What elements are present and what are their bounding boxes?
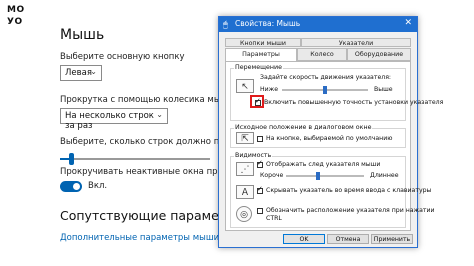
pointer-trails-checkbox[interactable] (257, 159, 263, 168)
pointer-options-panel: Перемещение ↖ Задайте скорость движения … (225, 61, 443, 231)
dialog-titlebar[interactable]: 🖱 Свойства: Мышь ✕ (219, 17, 417, 32)
ok-button[interactable]: OK (283, 234, 325, 244)
apply-button[interactable]: Применить (371, 234, 413, 244)
primary-button-value: Левая (65, 68, 92, 78)
tab-mouse-buttons[interactable]: Кнопки мыши (225, 38, 301, 47)
slider-thumb[interactable] (323, 86, 327, 94)
pointer-trails-slider[interactable] (286, 172, 364, 180)
dialog-title: Свойства: Мышь (235, 19, 301, 28)
lines-to-scroll-slider[interactable] (60, 153, 210, 165)
logo-top-text: МО (7, 5, 25, 15)
chevron-down-icon: ⌄ (156, 110, 163, 119)
pointer-speed-label: Задайте скорость движения указателя: (260, 74, 392, 81)
speed-slow-label: Ниже (260, 86, 279, 93)
primary-button-dropdown[interactable]: Левая ⌄ (60, 65, 102, 81)
slider-thumb[interactable] (316, 172, 320, 180)
page-title: Мышь (60, 27, 105, 43)
chevron-down-icon: ⌄ (90, 67, 97, 76)
slider-track (60, 158, 210, 160)
hide-pointer-icon: Ａ (236, 185, 254, 199)
hide-while-typing-checkbox[interactable] (257, 185, 263, 194)
tab-pointer-options[interactable]: Параметры указателя (225, 48, 297, 70)
scroll-label: Прокрутка с помощью колесика мыши (60, 95, 234, 105)
snap-to-default-label: На кнопке, выбираемой по умолчанию (266, 135, 393, 142)
show-location-icon: ◎ (236, 206, 252, 222)
hide-while-typing-label: Скрывать указатель во время ввода с клав… (266, 187, 432, 194)
related-settings-title: Сопутствующие параметры (60, 208, 244, 223)
motion-group-label: Перемещение (234, 64, 283, 71)
show-location-label-ctrl: CTRL (266, 215, 282, 222)
trails-long-label: Длиннее (370, 172, 399, 179)
tab-wheel[interactable]: Колесо (297, 48, 347, 61)
additional-mouse-options-link[interactable]: Дополнительные параметры мыши (60, 233, 219, 243)
visibility-group-label: Видимость (234, 152, 273, 159)
toggle-knob (73, 183, 80, 190)
mouse-icon: 🖱 (223, 20, 228, 29)
close-icon[interactable]: ✕ (404, 18, 412, 28)
trails-short-label: Короче (260, 172, 284, 179)
inactive-scroll-toggle[interactable] (60, 181, 82, 192)
slider-track (286, 175, 364, 177)
scroll-mode-dropdown[interactable]: На несколько строк за раз ⌄ (60, 108, 168, 131)
pointer-trails-label: Отображать след указателя мыши (266, 161, 381, 168)
brand-logo: МО УО (7, 5, 33, 29)
logo-bottom-text: УО (7, 17, 23, 27)
show-location-checkbox[interactable] (257, 208, 263, 214)
slider-thumb[interactable] (69, 153, 74, 165)
snap-to-group-label: Исходное положение в диалоговом окне (234, 124, 373, 131)
pointer-speed-icon: ↖ (236, 79, 254, 93)
tab-pointers[interactable]: Указатели (301, 38, 411, 47)
snap-to-default-checkbox[interactable] (257, 136, 263, 142)
tab-hardware[interactable]: Оборудование (347, 48, 411, 61)
primary-button-label: Выберите основную кнопку (60, 52, 185, 62)
snap-to-icon: ⇱ (236, 132, 254, 144)
enhance-precision-label: Включить повышенную точность установки у… (264, 99, 444, 106)
cancel-button[interactable]: Отмена (327, 234, 369, 244)
pointer-speed-slider[interactable] (282, 86, 368, 94)
mouse-properties-dialog: 🖱 Свойства: Мышь ✕ Кнопки мыши Указатели… (218, 16, 443, 248)
show-location-label: Обозначить расположение указателя при на… (266, 207, 435, 214)
highlight-frame (250, 95, 264, 108)
toggle-state-label: Вкл. (88, 181, 108, 191)
pointer-trails-icon: ⋰ (236, 162, 254, 176)
speed-fast-label: Выше (374, 86, 393, 93)
scroll-mode-value: На несколько строк за раз (65, 111, 154, 131)
